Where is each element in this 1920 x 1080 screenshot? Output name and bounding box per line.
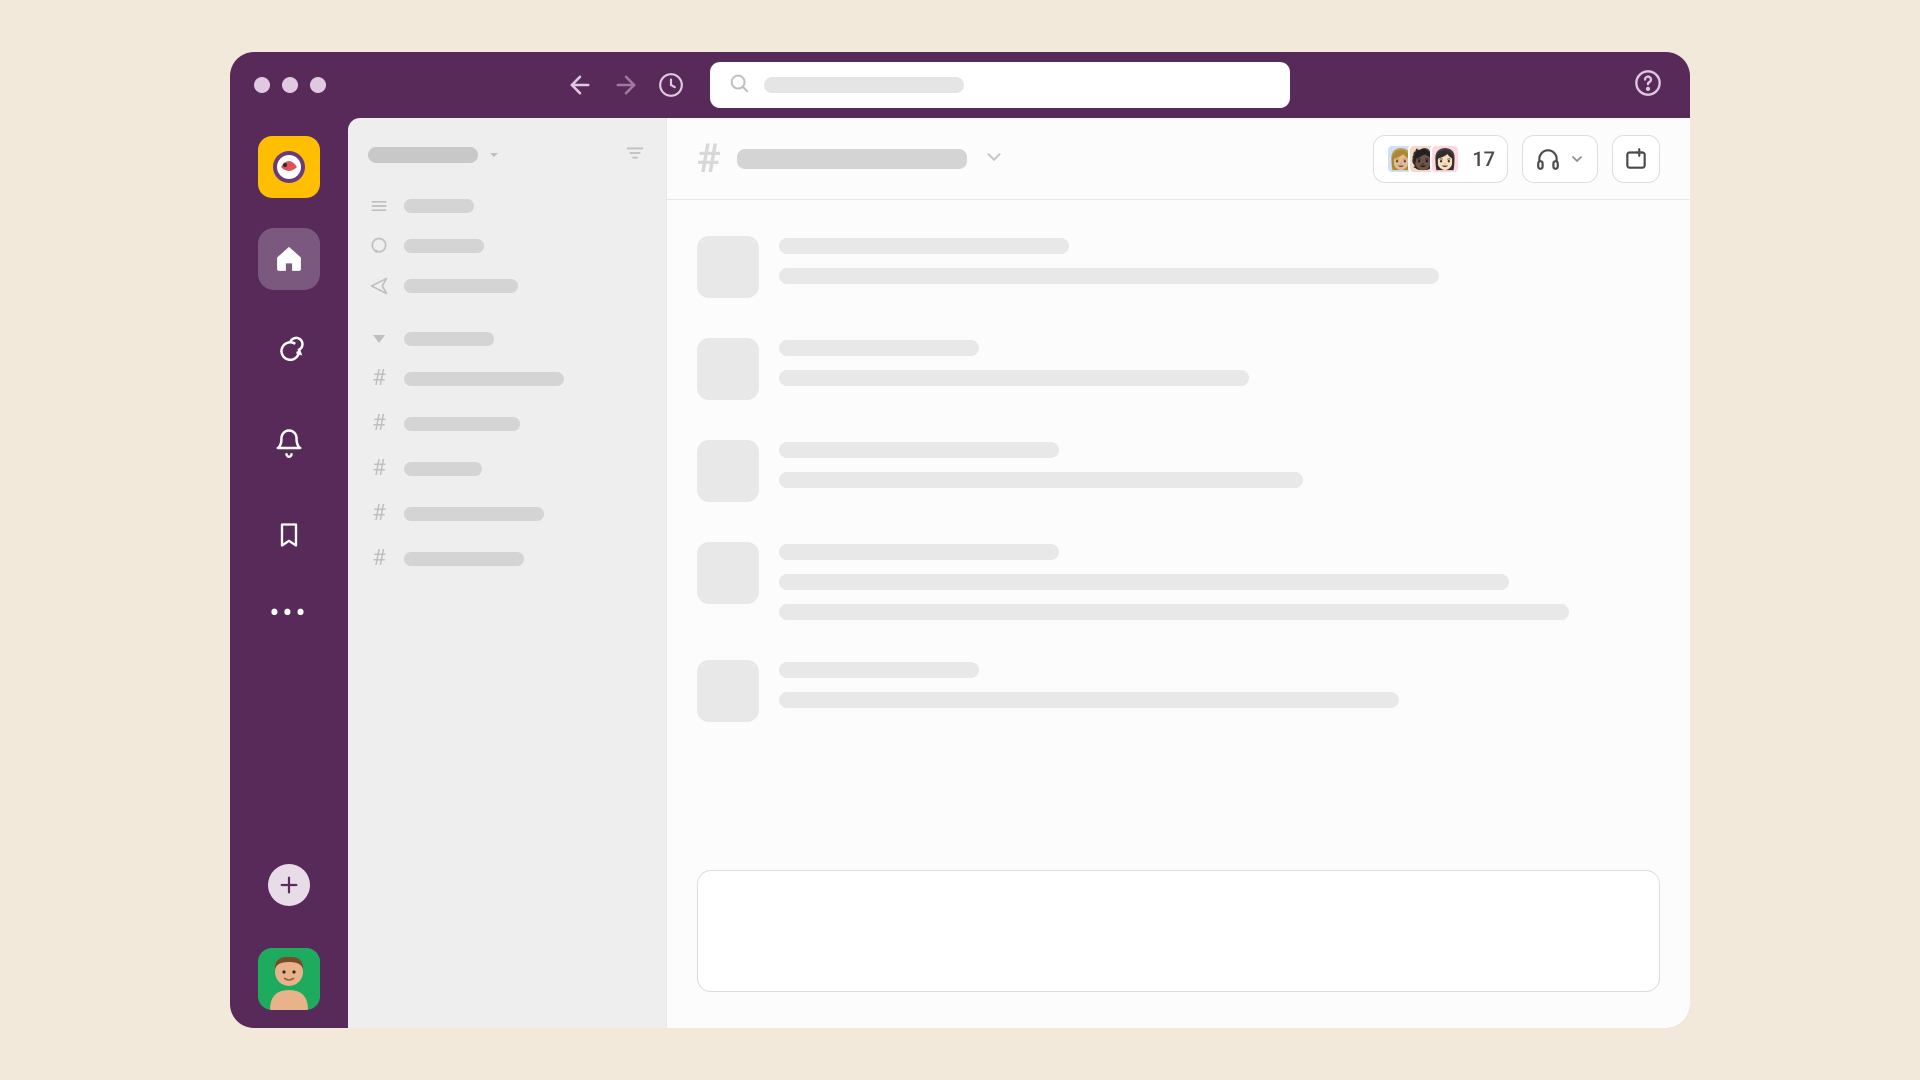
- history-nav: [566, 71, 684, 99]
- rail-activity[interactable]: [258, 412, 320, 474]
- message-item[interactable]: [697, 660, 1660, 722]
- message-avatar: [697, 236, 759, 298]
- channel-name-skeleton: [404, 417, 520, 431]
- sidebar-channels-section: # # # # #: [368, 332, 646, 571]
- thread-icon: [368, 236, 390, 256]
- headphones-icon: [1535, 146, 1561, 172]
- message-item[interactable]: [697, 440, 1660, 502]
- message-item[interactable]: [697, 542, 1660, 620]
- channel-name-skeleton: [404, 552, 524, 566]
- member-avatar-icon: 👩🏻: [1430, 144, 1460, 174]
- app-window: •••: [230, 52, 1690, 1028]
- message-avatar: [697, 542, 759, 604]
- member-avatars: 👩🏼 🧑🏿 👩🏻: [1386, 144, 1460, 174]
- channel-name-skeleton: [404, 372, 564, 386]
- channel-header: # 👩🏼 🧑🏿 👩🏻 17: [667, 118, 1690, 200]
- channel-name-skeleton: [737, 149, 967, 169]
- member-count: 17: [1472, 147, 1495, 171]
- plus-icon: [278, 874, 300, 896]
- filter-button[interactable]: [624, 142, 646, 168]
- message-list: [667, 200, 1690, 858]
- huddle-button[interactable]: [1522, 135, 1598, 183]
- search-icon: [728, 72, 750, 98]
- workspace-switcher[interactable]: [258, 136, 320, 198]
- canvas-icon: [1623, 146, 1649, 172]
- message-avatar: [697, 440, 759, 502]
- sidebar-label-skeleton: [404, 239, 484, 253]
- app-body: •••: [230, 118, 1690, 1028]
- sidebar-label-skeleton: [404, 199, 474, 213]
- titlebar: [230, 52, 1690, 118]
- channel-item[interactable]: #: [368, 456, 646, 481]
- hash-icon: #: [368, 546, 390, 571]
- channel-item[interactable]: #: [368, 501, 646, 526]
- channel-title[interactable]: #: [697, 135, 1005, 182]
- sidebar-item[interactable]: [368, 196, 646, 216]
- workspace-header[interactable]: [368, 142, 646, 168]
- chevron-down-icon: [1569, 151, 1585, 167]
- rail-later[interactable]: [258, 504, 320, 566]
- help-button[interactable]: [1634, 69, 1662, 101]
- send-icon: [368, 276, 390, 296]
- minimize-window[interactable]: [282, 77, 298, 93]
- hash-icon: #: [368, 366, 390, 391]
- search-input[interactable]: [710, 62, 1290, 108]
- sidebar-item[interactable]: [368, 276, 646, 296]
- channel-item[interactable]: #: [368, 366, 646, 391]
- channel-item[interactable]: #: [368, 411, 646, 436]
- sidebar-top-section: [368, 196, 646, 296]
- sidebar-item[interactable]: [368, 236, 646, 256]
- message-item[interactable]: [697, 338, 1660, 400]
- workspace-logo-icon: [267, 145, 311, 189]
- members-button[interactable]: 👩🏼 🧑🏿 👩🏻 17: [1373, 135, 1508, 183]
- user-avatar[interactable]: [258, 948, 320, 1010]
- canvas-button[interactable]: [1612, 135, 1660, 183]
- message-composer[interactable]: [697, 870, 1660, 992]
- rail-home[interactable]: [258, 228, 320, 290]
- channel-name-skeleton: [404, 507, 544, 521]
- home-icon: [274, 244, 304, 274]
- nav-rail: •••: [230, 118, 348, 1028]
- maximize-window[interactable]: [310, 77, 326, 93]
- search-placeholder-skeleton: [764, 77, 964, 93]
- content-area: # # # # # #: [348, 118, 1690, 1028]
- chevron-down-icon: [486, 147, 502, 163]
- bell-icon: [274, 428, 304, 458]
- sidebar-label-skeleton: [404, 279, 518, 293]
- hash-icon: #: [697, 135, 721, 182]
- channel-item[interactable]: #: [368, 546, 646, 571]
- caret-down-icon: [373, 335, 385, 343]
- forward-button[interactable]: [612, 71, 640, 99]
- message-avatar: [697, 338, 759, 400]
- chevron-down-icon: [983, 146, 1005, 172]
- rail-dms[interactable]: [258, 320, 320, 382]
- rail-more[interactable]: •••: [269, 596, 308, 631]
- channel-main: # 👩🏼 🧑🏿 👩🏻 17: [666, 118, 1690, 1028]
- section-label-skeleton: [404, 332, 494, 346]
- bookmark-icon: [275, 520, 303, 550]
- history-button[interactable]: [658, 72, 684, 98]
- channel-sidebar: # # # # #: [348, 118, 666, 1028]
- close-window[interactable]: [254, 77, 270, 93]
- composer-area: [667, 858, 1690, 1028]
- avatar-icon: [258, 948, 320, 1010]
- hash-icon: #: [368, 456, 390, 481]
- window-controls[interactable]: [254, 77, 326, 93]
- message-avatar: [697, 660, 759, 722]
- section-header[interactable]: [368, 332, 646, 346]
- hash-icon: #: [368, 501, 390, 526]
- channel-name-skeleton: [404, 462, 482, 476]
- hash-icon: #: [368, 411, 390, 436]
- workspace-name-skeleton: [368, 147, 478, 163]
- add-button[interactable]: [268, 864, 310, 906]
- back-button[interactable]: [566, 71, 594, 99]
- message-item[interactable]: [697, 236, 1660, 298]
- list-icon: [368, 196, 390, 216]
- dm-icon: [274, 336, 304, 366]
